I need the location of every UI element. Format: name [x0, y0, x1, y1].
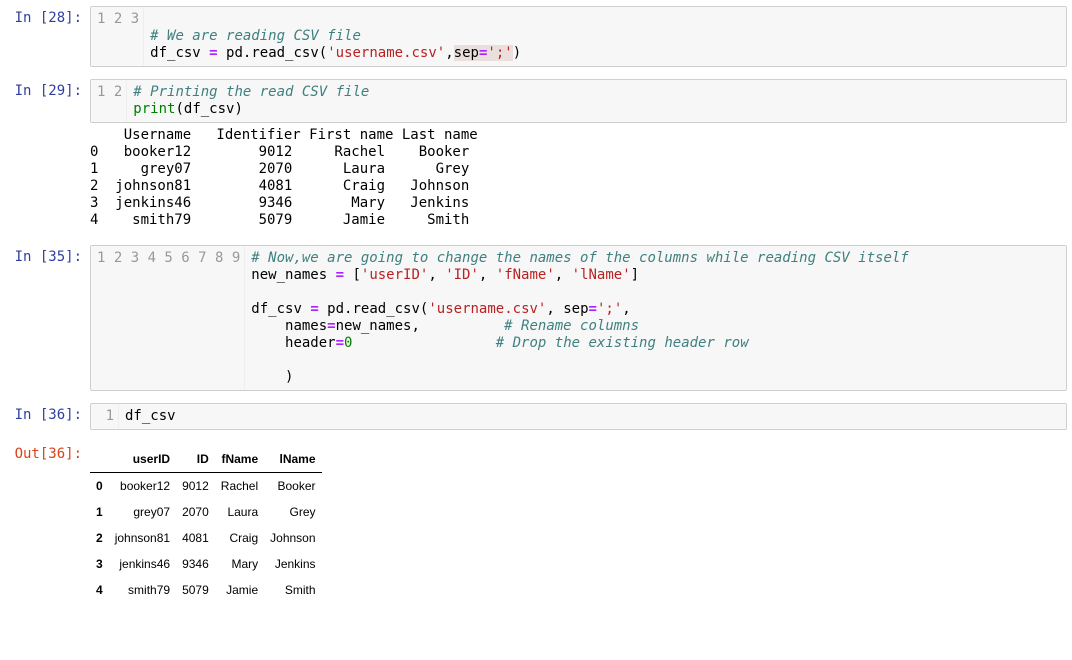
table-cell: 5079 — [176, 577, 215, 603]
table-row: 1grey072070LauraGrey — [90, 499, 322, 525]
column-header: lName — [264, 446, 321, 473]
code-cell[interactable]: In [29]: 1 2 # Printing the read CSV fil… — [0, 73, 1072, 239]
code-editor[interactable]: # Now,we are going to change the names o… — [245, 246, 1066, 390]
table-cell: Jenkins — [264, 551, 321, 577]
table-cell: Mary — [215, 551, 264, 577]
table-cell: smith79 — [109, 577, 176, 603]
line-number-gutter: 1 2 — [91, 80, 127, 122]
code-editor[interactable]: # We are reading CSV file df_csv = pd.re… — [144, 7, 1066, 66]
column-header: ID — [176, 446, 215, 473]
table-cell: booker12 — [109, 473, 176, 500]
table-cell: grey07 — [109, 499, 176, 525]
table-row: 2johnson814081CraigJohnson — [90, 525, 322, 551]
row-index: 1 — [90, 499, 109, 525]
table-cell: jenkins46 — [109, 551, 176, 577]
code-input[interactable]: 1 2 # Printing the read CSV file print(d… — [90, 79, 1067, 123]
row-index: 3 — [90, 551, 109, 577]
table-cell: 9346 — [176, 551, 215, 577]
table-cell: Johnson — [264, 525, 321, 551]
row-index: 2 — [90, 525, 109, 551]
table-cell: 2070 — [176, 499, 215, 525]
table-cell: 9012 — [176, 473, 215, 500]
line-number-gutter: 1 2 3 — [91, 7, 144, 66]
table-cell: Laura — [215, 499, 264, 525]
column-header: userID — [109, 446, 176, 473]
row-index: 4 — [90, 577, 109, 603]
table-row: 0booker129012RachelBooker — [90, 473, 322, 500]
code-input[interactable]: 1 df_csv — [90, 403, 1067, 430]
row-index: 0 — [90, 473, 109, 500]
input-prompt: In [29]: — [0, 79, 90, 233]
table-cell: Grey — [264, 499, 321, 525]
table-cell: Smith — [264, 577, 321, 603]
input-prompt: In [28]: — [0, 6, 90, 67]
table-cell: Craig — [215, 525, 264, 551]
code-editor[interactable]: # Printing the read CSV file print(df_cs… — [127, 80, 1066, 122]
table-cell: johnson81 — [109, 525, 176, 551]
table-cell: 4081 — [176, 525, 215, 551]
table-cell: Rachel — [215, 473, 264, 500]
table-cell: Jamie — [215, 577, 264, 603]
stdout-output: Username Identifier First name Last name… — [90, 123, 1067, 233]
input-prompt: In [35]: — [0, 245, 90, 391]
dataframe-output: userIDIDfNamelName0booker129012RachelBoo… — [90, 442, 1067, 607]
dataframe-table: userIDIDfNamelName0booker129012RachelBoo… — [90, 446, 322, 603]
table-cell: Booker — [264, 473, 321, 500]
code-cell[interactable]: In [28]: 1 2 3 # We are reading CSV file… — [0, 0, 1072, 73]
code-input[interactable]: 1 2 3 # We are reading CSV file df_csv =… — [90, 6, 1067, 67]
code-input[interactable]: 1 2 3 4 5 6 7 8 9 # Now,we are going to … — [90, 245, 1067, 391]
code-editor[interactable]: df_csv — [119, 404, 1066, 429]
table-row: 4smith795079JamieSmith — [90, 577, 322, 603]
output-prompt: Out[36]: — [0, 442, 90, 607]
table-row: 3jenkins469346MaryJenkins — [90, 551, 322, 577]
line-number-gutter: 1 — [91, 404, 119, 429]
input-prompt: In [36]: — [0, 403, 90, 430]
line-number-gutter: 1 2 3 4 5 6 7 8 9 — [91, 246, 245, 390]
code-cell[interactable]: In [36]: 1 df_csv — [0, 397, 1072, 436]
output-cell: Out[36]: userIDIDfNamelName0booker129012… — [0, 436, 1072, 613]
column-header: fName — [215, 446, 264, 473]
code-cell[interactable]: In [35]: 1 2 3 4 5 6 7 8 9 # Now,we are … — [0, 239, 1072, 397]
